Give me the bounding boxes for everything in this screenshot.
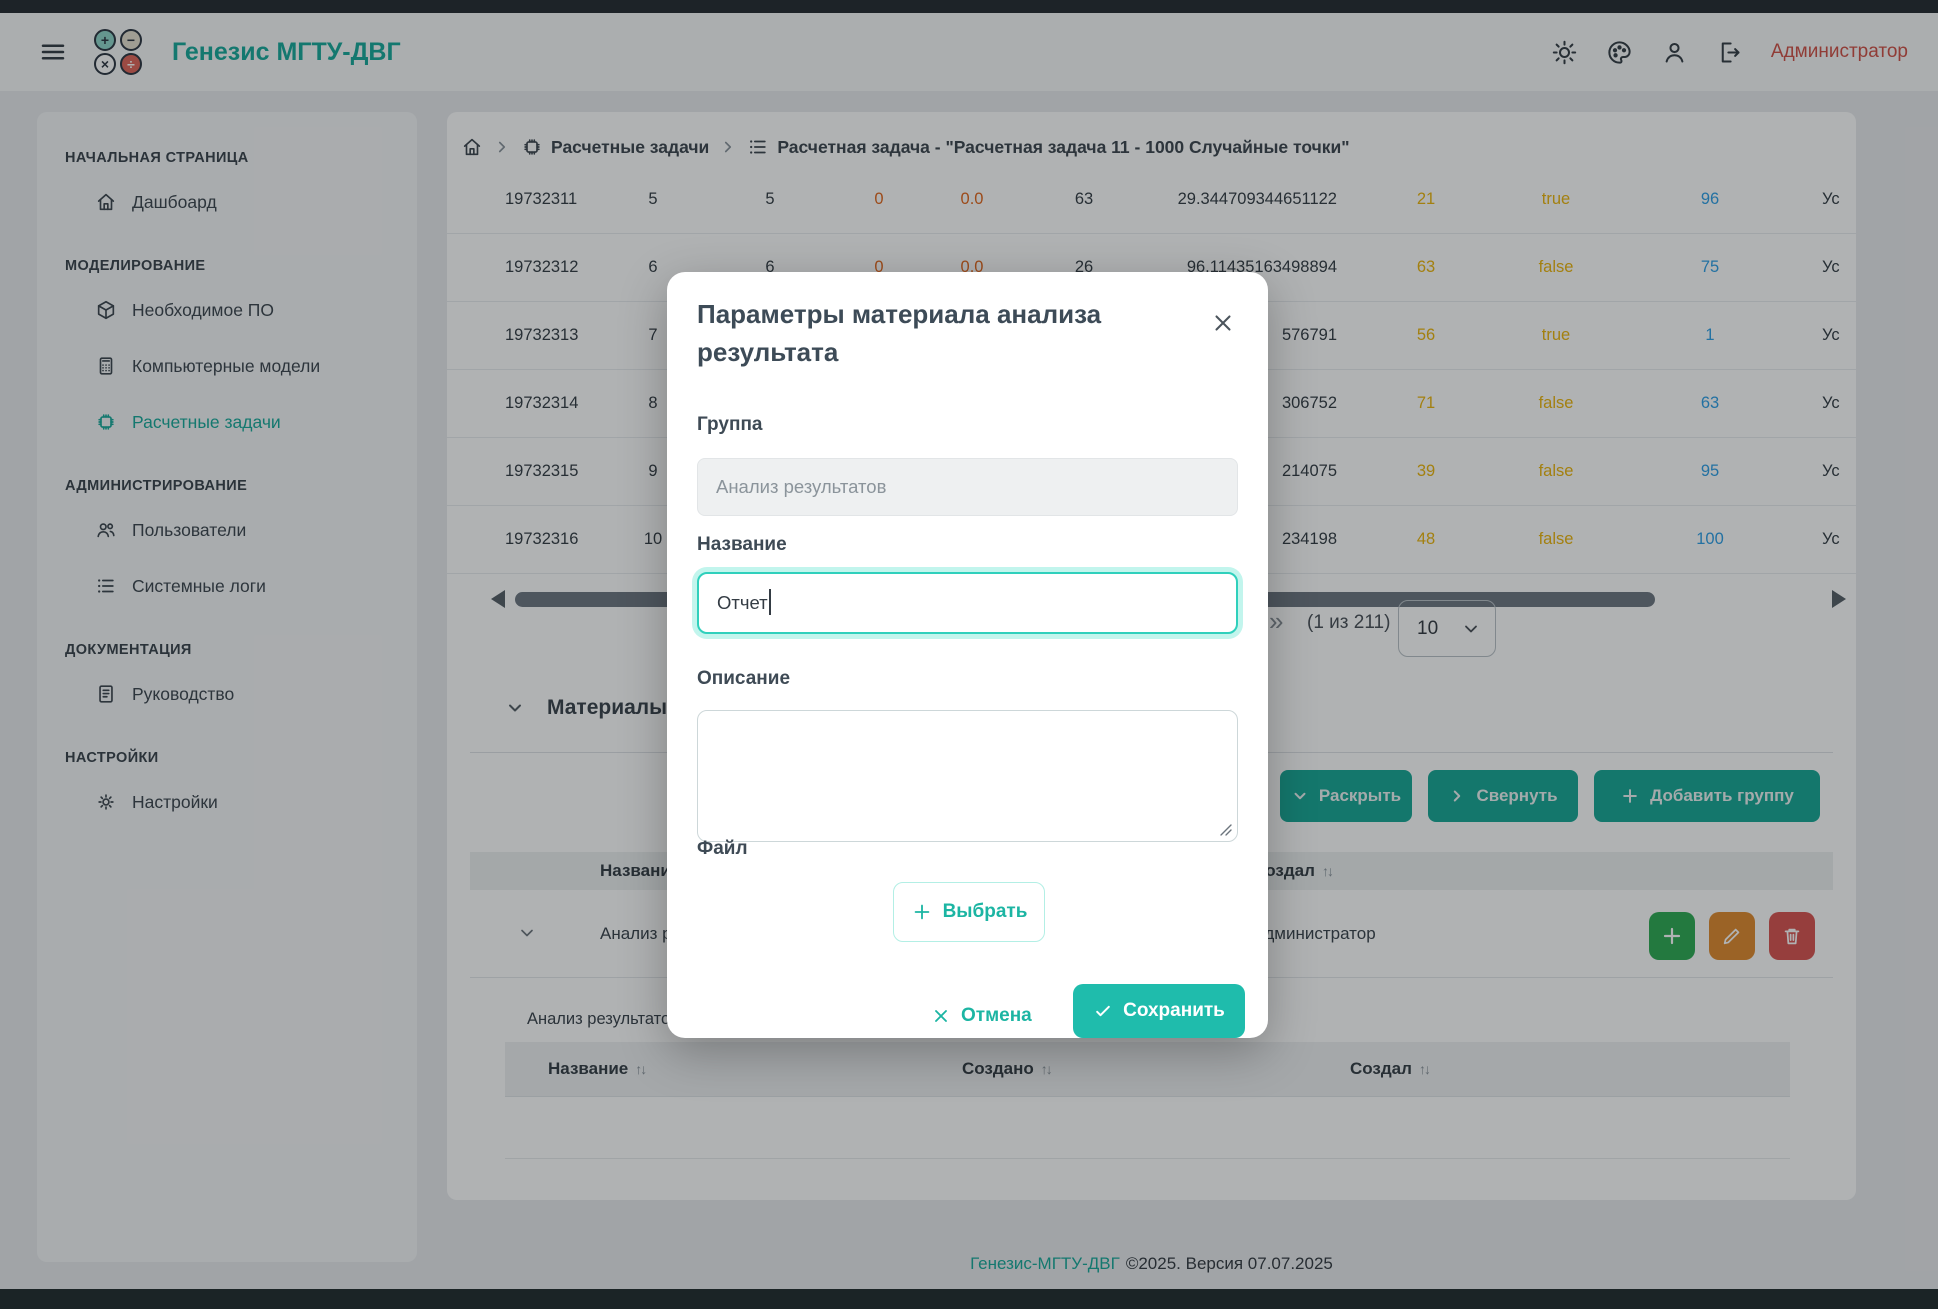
choose-file-label: Выбрать [942, 901, 1028, 922]
description-field-label: Описание [697, 668, 791, 689]
app-root: + − × ÷ Генезис МГТУ-ДВГ Администратор Н… [0, 0, 1938, 1309]
cancel-button[interactable]: Отмена [925, 994, 1038, 1038]
group-field-label: Группа [697, 414, 763, 435]
cancel-label: Отмена [961, 1005, 1032, 1026]
close-icon[interactable] [1210, 310, 1236, 336]
description-textarea[interactable] [697, 710, 1238, 842]
resize-grip-icon[interactable] [1218, 822, 1232, 836]
x-icon [935, 1010, 947, 1022]
save-label: Сохранить [1123, 1000, 1225, 1021]
name-field-label: Название [697, 534, 787, 555]
dialog-title: Параметры материала анализа результата [697, 299, 1102, 367]
file-field-label: Файл [697, 838, 748, 859]
text-cursor [768, 589, 771, 615]
check-icon [1096, 1005, 1110, 1017]
plus-icon [914, 904, 929, 920]
choose-file-button[interactable]: Выбрать [893, 882, 1045, 942]
group-field-disabled-input: Анализ результатов [697, 458, 1238, 516]
name-input[interactable]: Отчет [697, 572, 1238, 634]
material-params-dialog: Параметры материала анализа результата Г… [667, 272, 1268, 1038]
save-button[interactable]: Сохранить [1073, 984, 1245, 1038]
